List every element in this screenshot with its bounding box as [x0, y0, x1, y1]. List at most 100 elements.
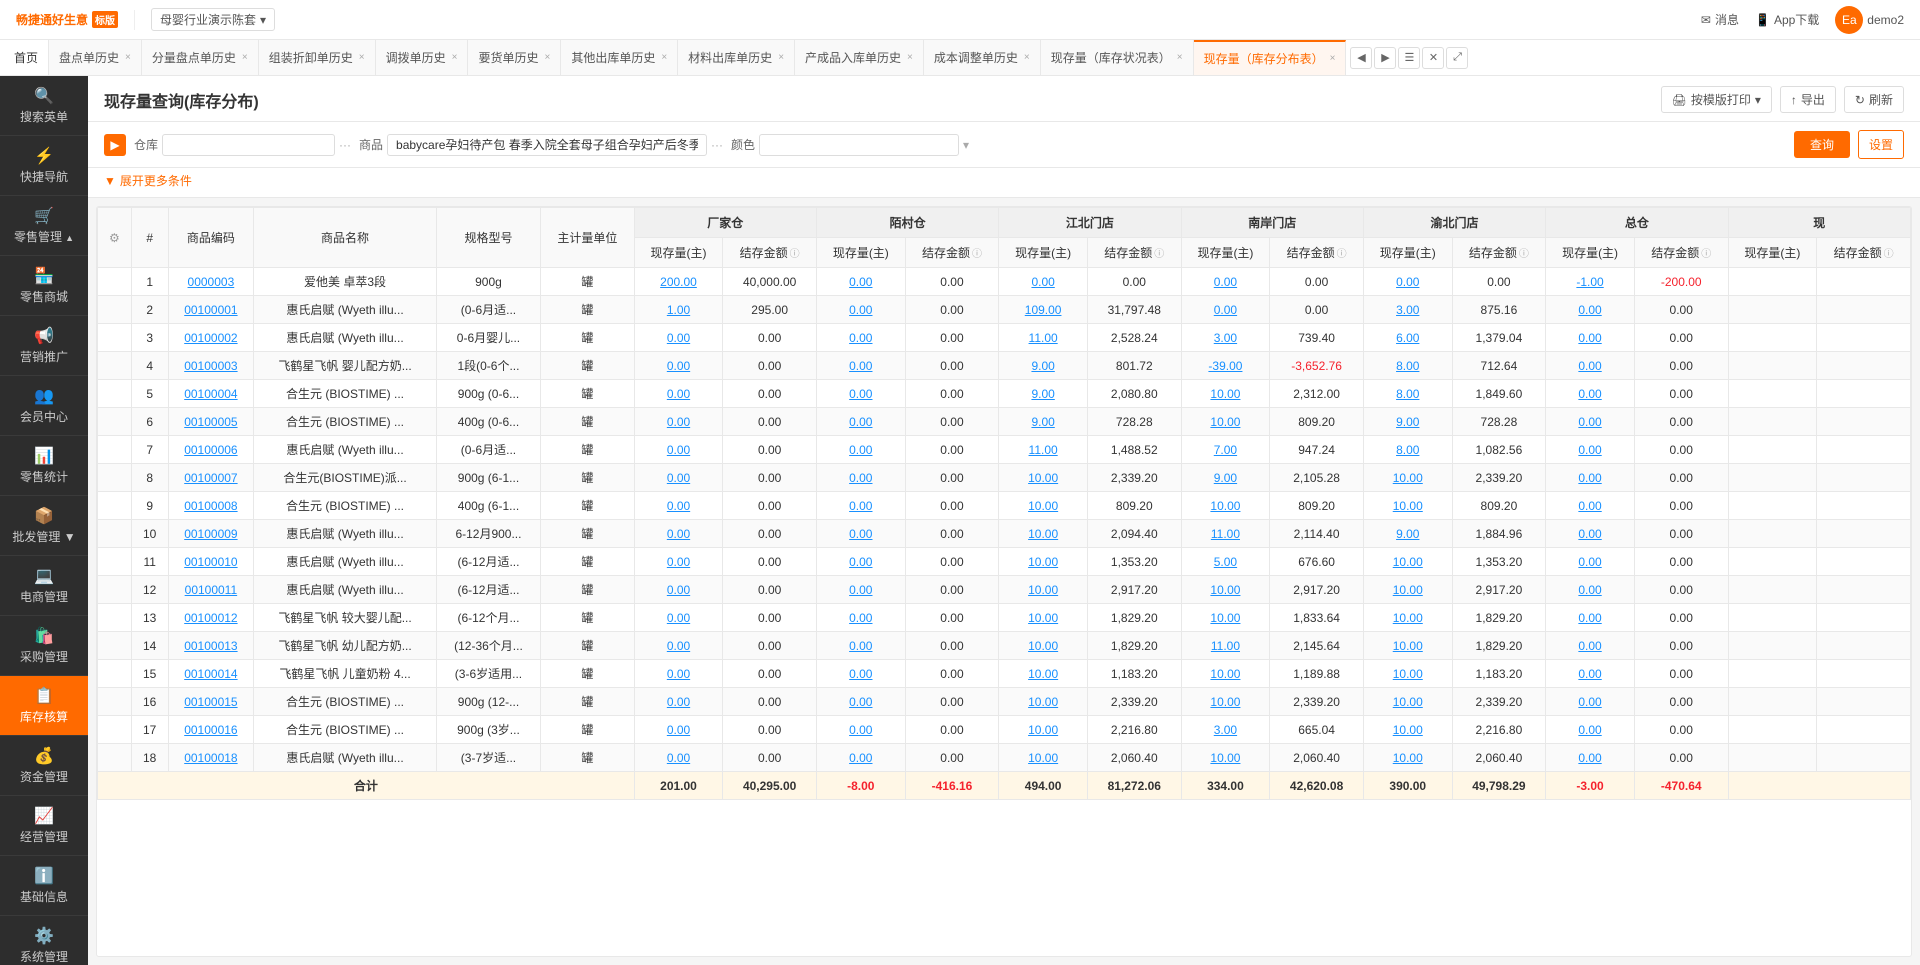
refresh-icon: ↻: [1855, 93, 1865, 107]
tab-order-history[interactable]: 要货单历史 ×: [468, 40, 561, 75]
tab-close-all-btn[interactable]: ✕: [1422, 47, 1444, 69]
table-row: 1200100011惠氏启赋 (Wyeth illu...(6-12月适...罐…: [98, 576, 1911, 604]
message-btn[interactable]: ✉ 消息: [1701, 11, 1739, 28]
col-gear[interactable]: ⚙: [98, 208, 132, 268]
query-button[interactable]: 查询: [1794, 131, 1850, 158]
sidebar-item-marketing[interactable]: 📢 营销推广: [0, 316, 88, 376]
color-input[interactable]: [759, 134, 959, 156]
table-row: 1500100014飞鹤星飞帆 儿童奶粉 4...(3-6岁适用...罐0.00…: [98, 660, 1911, 688]
col-code-header: 商品编码: [168, 208, 254, 268]
tab-close-icon[interactable]: ×: [452, 52, 458, 63]
tab-cost-adjust[interactable]: 成本调整单历史 ×: [924, 40, 1041, 75]
col-jiangbei-header: 江北门店: [999, 208, 1181, 238]
table-row: 1300100012飞鹤星飞帆 较大婴儿配...(6-12个月...罐0.000…: [98, 604, 1911, 632]
tab-stock-distribution[interactable]: 现存量（库存分布表） ×: [1194, 40, 1347, 75]
sidebar-item-operations[interactable]: 📈 经营管理: [0, 796, 88, 856]
col-nanan-amount: 结存金额ⓘ: [1270, 238, 1364, 268]
tab-split-count-history[interactable]: 分量盘点单历史 ×: [142, 40, 259, 75]
tab-close-icon[interactable]: ×: [544, 52, 550, 63]
tab-close-icon[interactable]: ×: [1177, 52, 1183, 63]
table-row: 800100007合生元(BIOSTIME)派...900g (6-1...罐0…: [98, 464, 1911, 492]
table-row: 500100004合生元 (BIOSTIME) ...900g (0-6...罐…: [98, 380, 1911, 408]
table-row: 400100003飞鹤星飞帆 婴儿配方奶...1段(0-6个...罐0.000.…: [98, 352, 1911, 380]
sidebar-item-purchase[interactable]: 🛍️ 采购管理: [0, 616, 88, 676]
industry-selector[interactable]: 母婴行业演示陈套 ▾: [151, 8, 275, 31]
table-row: 1400100013飞鹤星飞帆 幼儿配方奶...(12-36个月...罐0.00…: [98, 632, 1911, 660]
sidebar-item-system[interactable]: ⚙️ 系统管理: [0, 916, 88, 965]
sidebar-item-search[interactable]: 🔍 搜索英单: [0, 76, 88, 136]
tab-close-icon[interactable]: ×: [661, 52, 667, 63]
goods-label: 商品: [359, 136, 383, 153]
user-menu[interactable]: Ea demo2: [1835, 6, 1904, 34]
refresh-btn[interactable]: ↻ 刷新: [1844, 86, 1904, 113]
tab-close-icon[interactable]: ×: [1330, 53, 1336, 64]
export-btn[interactable]: ↑ 导出: [1780, 86, 1836, 113]
sidebar: 🔍 搜索英单 ⚡ 快捷导航 🛒 零售管理 ▲ 🏪 零售商城 📢 营销推广 👥 会…: [0, 76, 88, 965]
settings-button[interactable]: 设置: [1858, 130, 1904, 159]
tab-transfer-history[interactable]: 调拨单历史 ×: [376, 40, 469, 75]
sidebar-item-retail-mgmt[interactable]: 🛒 零售管理 ▲: [0, 196, 88, 256]
phone-icon: 📱: [1755, 13, 1770, 27]
tab-close-icon[interactable]: ×: [125, 52, 131, 63]
filter-bar: ▶ 仓库 ··· 商品 ··· 颜色 ▾ 查询 设置: [88, 122, 1920, 168]
filter-expand-arrow[interactable]: ▶: [104, 134, 126, 156]
tab-stock-status[interactable]: 现存量（库存状况表） ×: [1041, 40, 1194, 75]
print-icon: 🖨: [1672, 93, 1687, 107]
table-row: 200100001惠氏启赋 (Wyeth illu...(0-6月适...罐1.…: [98, 296, 1911, 324]
tab-more-btn[interactable]: ☰: [1398, 47, 1420, 69]
tab-expand-btn[interactable]: ⤢: [1446, 47, 1468, 69]
expand-conditions-btn[interactable]: ▼ 展开更多条件: [104, 172, 1904, 189]
search-icon: 🔍: [0, 86, 88, 106]
tab-material-outbound[interactable]: 材料出库单历史 ×: [678, 40, 795, 75]
tab-close-icon[interactable]: ×: [359, 52, 365, 63]
warehouse-input[interactable]: [162, 134, 335, 156]
col-extra-header: 现: [1728, 208, 1910, 238]
sidebar-item-nav[interactable]: ⚡ 快捷导航: [0, 136, 88, 196]
sidebar-item-retail-stats[interactable]: 📊 零售统计: [0, 436, 88, 496]
col-jiangbei-amount: 结存金额ⓘ: [1087, 238, 1181, 268]
sidebar-item-retail-mall[interactable]: 🏪 零售商城: [0, 256, 88, 316]
tab-close-icon[interactable]: ×: [242, 52, 248, 63]
print-btn[interactable]: 🖨 按模版打印 ▾: [1661, 86, 1772, 113]
purchase-icon: 🛍️: [0, 626, 88, 646]
tab-close-icon[interactable]: ×: [778, 52, 784, 63]
color-field: 颜色 ▾: [731, 134, 969, 156]
sidebar-item-wholesale[interactable]: 📦 批发管理 ▼: [0, 496, 88, 556]
table-row: 700100006惠氏启赋 (Wyeth illu...(0-6月适...罐0.…: [98, 436, 1911, 464]
stock-distribution-table: ⚙ # 商品编码 商品名称 规格型号 主计量单位 厂家仓 陌村仓 江北门店 南岸…: [96, 206, 1912, 957]
col-nanan-stock: 现存量(主): [1181, 238, 1270, 268]
col-nanan-header: 南岸门店: [1181, 208, 1363, 238]
tab-prev-btn[interactable]: ◀: [1350, 47, 1372, 69]
table-row: 1100100010惠氏启赋 (Wyeth illu...(6-12月适...罐…: [98, 548, 1911, 576]
table-row: 300100002惠氏启赋 (Wyeth illu...0-6月婴儿...罐0.…: [98, 324, 1911, 352]
warehouse-label: 仓库: [134, 136, 158, 153]
tab-product-inbound[interactable]: 产成品入库单历史 ×: [795, 40, 924, 75]
tab-next-btn[interactable]: ▶: [1374, 47, 1396, 69]
app-download-btn[interactable]: 📱 App下载: [1755, 11, 1819, 28]
goods-input[interactable]: [387, 134, 707, 156]
col-mucun-amount: 结存金额ⓘ: [905, 238, 999, 268]
sidebar-item-member[interactable]: 👥 会员中心: [0, 376, 88, 436]
col-changjia-amount: 结存金额ⓘ: [723, 238, 817, 268]
sidebar-item-inventory[interactable]: 📋 库存核算: [0, 676, 88, 736]
expand-conditions-bar: ▼ 展开更多条件: [88, 168, 1920, 198]
tab-inventory-count-history[interactable]: 盘点单历史 ×: [49, 40, 142, 75]
col-total-amount: 结存金额ⓘ: [1634, 238, 1728, 268]
member-icon: 👥: [0, 386, 88, 406]
expand-icon: ▼: [104, 174, 116, 188]
sidebar-item-basic-info[interactable]: ℹ️ 基础信息: [0, 856, 88, 916]
marketing-icon: 📢: [0, 326, 88, 346]
tab-assemble-history[interactable]: 组装折卸单历史 ×: [259, 40, 376, 75]
sidebar-item-finance[interactable]: 💰 资金管理: [0, 736, 88, 796]
warehouse-more-btn[interactable]: ···: [339, 138, 351, 152]
tab-close-icon[interactable]: ×: [907, 52, 913, 63]
tab-home[interactable]: 首页: [4, 40, 49, 75]
tab-other-outbound[interactable]: 其他出库单历史 ×: [561, 40, 678, 75]
tab-bar: 首页 盘点单历史 × 分量盘点单历史 × 组装折卸单历史 × 调拨单历史 × 要…: [0, 40, 1920, 76]
tab-navigation: ◀ ▶ ☰ ✕ ⤢: [1350, 47, 1468, 69]
color-dropdown[interactable]: ▾: [963, 138, 969, 152]
goods-more-btn[interactable]: ···: [711, 138, 723, 152]
tab-close-icon[interactable]: ×: [1024, 52, 1030, 63]
col-mucun-header: 陌村仓: [816, 208, 998, 238]
sidebar-item-ecommerce[interactable]: 💻 电商管理: [0, 556, 88, 616]
